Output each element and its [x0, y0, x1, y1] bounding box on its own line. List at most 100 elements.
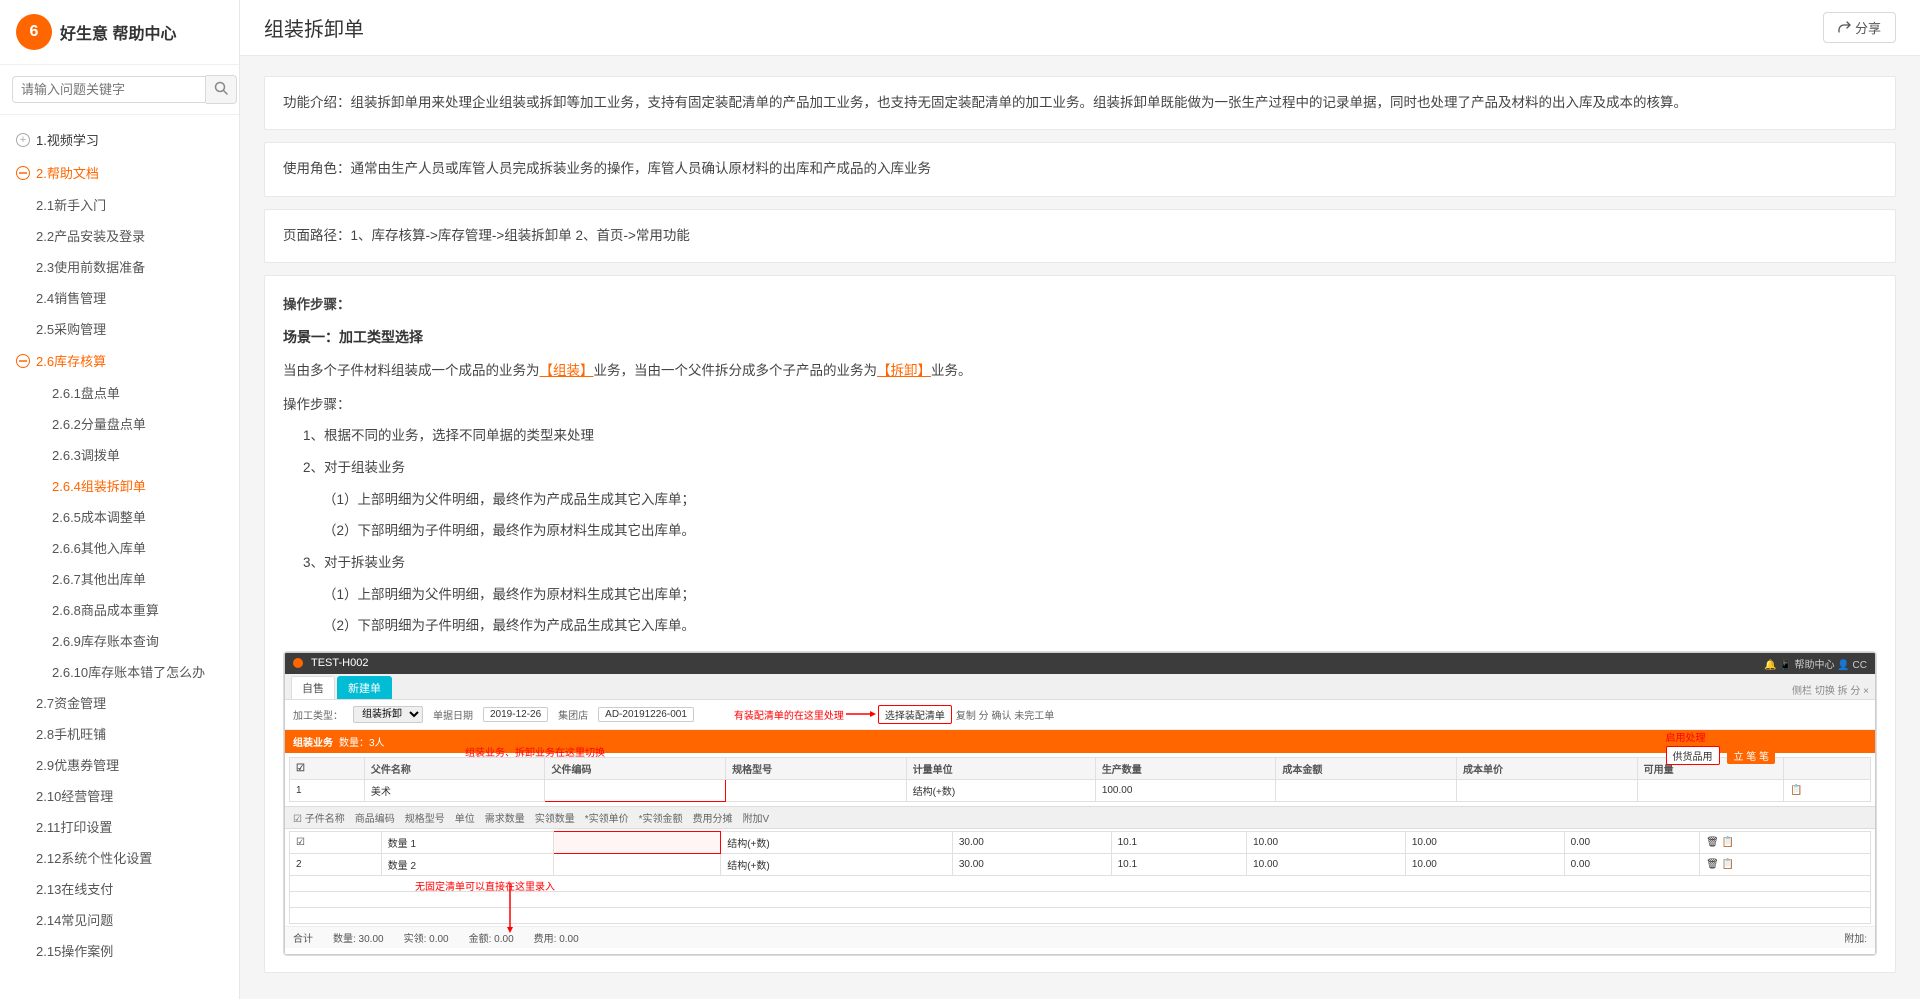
logo-area: 6 好生意 帮助中心 [0, 0, 239, 65]
sidebar-item-2-10[interactable]: 2.10经营管理 [0, 780, 239, 811]
sidebar-item-2-9[interactable]: 2.9优惠券管理 [0, 749, 239, 780]
mock-col-check: ☑ [290, 757, 365, 779]
mock-annotation-row: 无固定清单可以直接在这里录入 [285, 948, 1875, 954]
sidebar-item-2-6-6[interactable]: 2.6.6其他入库单 [0, 532, 239, 563]
sidebar-item-2-14[interactable]: 2.14常见问题 [0, 904, 239, 935]
sidebar: 6 好生意 帮助中心 + 1.视频学习 2.帮助文档 2.1新手入门 2.2产品… [0, 0, 240, 999]
mock-col-ops [1784, 757, 1871, 779]
sidebar-item-video[interactable]: + 1.视频学习 [0, 123, 239, 156]
sidebar-item-2-6[interactable]: 2.6库存核算 [0, 344, 239, 377]
mock-app-name: TEST-H002 [311, 657, 368, 669]
mock-col-qty: 生产数量 [1095, 757, 1276, 779]
mock-child-row-5 [290, 907, 1871, 923]
annotation-bom-text: 有装配清单的在这里处理 [734, 707, 844, 722]
mock-nav-icons: 侧栏 切换 拆 分 × [1792, 682, 1869, 699]
sidebar-item-2-6-8[interactable]: 2.6.8商品成本重算 [0, 594, 239, 625]
share-label: 分享 [1855, 18, 1881, 37]
top-bar: 组装拆卸单 分享 [240, 0, 1920, 56]
expand-icon: + [16, 133, 30, 147]
mock-col-cost-price: 成本单价 [1457, 757, 1638, 779]
mock-bom-btn[interactable]: 选择装配清单 [878, 705, 952, 724]
mock-child-row-1: ☑ 数量 1 结构(+数) 30.00 10.1 10.00 10.00 0. [290, 831, 1871, 853]
sidebar-item-2-2[interactable]: 2.2产品安装及登录 [0, 220, 239, 251]
search-input[interactable] [12, 76, 206, 103]
arrow-svg [846, 708, 876, 720]
sidebar-item-2-15[interactable]: 2.15操作案例 [0, 935, 239, 966]
sidebar-item-docs[interactable]: 2.帮助文档 [0, 156, 239, 189]
annotation-switch-label: 组装业务、拆卸业务在这里切换 [465, 744, 605, 759]
intro-block: 功能介绍：组装拆卸单用来处理企业组装或拆卸等加工业务，支持有固定装配清单的产品加… [264, 76, 1896, 130]
step3-1: （1）上部明细为父件明细，最终作为原材料生成其它出库单； [283, 582, 1877, 608]
sidebar-item-video-label: 1.视频学习 [36, 130, 99, 149]
sidebar-item-2-6-10[interactable]: 2.6.10库存账本错了怎么办 [0, 656, 239, 687]
sidebar-item-2-6-9[interactable]: 2.6.9库存账本查询 [0, 625, 239, 656]
annotation-bom-area: 有装配清单的在这里处理 选择装配清单 复制 分 确认 未完工单 [734, 705, 1054, 724]
sidebar-item-2-1[interactable]: 2.1新手入门 [0, 189, 239, 220]
sidebar-item-2-8[interactable]: 2.8手机旺铺 [0, 718, 239, 749]
sidebar-item-2-12[interactable]: 2.12系统个性化设置 [0, 842, 239, 873]
mock-type-btn[interactable]: 组装业务 [293, 734, 333, 749]
mock-enable-input[interactable]: 供货品用 [1666, 746, 1720, 765]
step3-2: （2）下部明细为子件明细，最终作为产成品生成其它入库单。 [283, 613, 1877, 639]
mock-icons: 🔔 📱 帮助中心 👤 CC [1764, 656, 1867, 671]
sidebar-item-2-6-7[interactable]: 2.6.7其他出库单 [0, 563, 239, 594]
scenario1-title: 场景一：加工类型选择 [283, 324, 1877, 351]
collapse-icon-2-6 [16, 354, 30, 368]
mock-col-spec: 规格型号 [726, 757, 907, 779]
step2-2: （2）下部明细为子件明细，最终作为原材料生成其它出库单。 [283, 518, 1877, 544]
mock-app-icon [293, 658, 303, 668]
search-button[interactable] [206, 75, 237, 104]
mock-titlebar: TEST-H002 🔔 📱 帮助中心 👤 CC [285, 653, 1875, 674]
sidebar-item-2-5[interactable]: 2.5采购管理 [0, 313, 239, 344]
nav-list: + 1.视频学习 2.帮助文档 2.1新手入门 2.2产品安装及登录 2.3使用… [0, 115, 239, 999]
content-area: 功能介绍：组装拆卸单用来处理企业组装或拆卸等加工业务，支持有固定装配清单的产品加… [240, 56, 1920, 999]
sidebar-item-2-6-2[interactable]: 2.6.2分量盘点单 [0, 408, 239, 439]
scenario1-intro: 当由多个子件材料组装成一个成品的业务为【组装】业务，当由一个父件拆分成多个子产品… [283, 358, 1877, 384]
share-button[interactable]: 分享 [1823, 12, 1896, 43]
search-area [0, 65, 239, 115]
mock-bottom-section-header: ☑ 子件名称 商品编码 规格型号 单位 需求数量 实领数量 *实领单价 *实领金… [285, 806, 1875, 829]
annotation-enable-label: 启用处理 [1666, 733, 1706, 744]
main-content: 组装拆卸单 分享 功能介绍：组装拆卸单用来处理企业组装或拆卸等加工业务，支持有固… [240, 0, 1920, 999]
sidebar-item-2-11[interactable]: 2.11打印设置 [0, 811, 239, 842]
mock-type-select[interactable]: 组装拆卸 [353, 706, 423, 723]
intro-text: 功能介绍：组装拆卸单用来处理企业组装或拆卸等加工业务，支持有固定装配清单的产品加… [283, 95, 1687, 110]
sidebar-item-2-6-1[interactable]: 2.6.1盘点单 [0, 377, 239, 408]
annotation-no-bom-label: 无固定清单可以直接在这里录入 [415, 878, 555, 893]
mock-order-id: AD-20191226-001 [598, 707, 694, 722]
mock-parent-row-1: 1 美术 结构(+数) 100.00 [290, 779, 1871, 801]
sidebar-item-2-3[interactable]: 2.3使用前数据准备 [0, 251, 239, 282]
annotation-no-bom-arrow [500, 883, 520, 933]
page-title: 组装拆卸单 [264, 13, 364, 42]
mock-child-row-2: 2 数量 2 结构(+数) 30.00 10.1 10.00 10.00 0. [290, 853, 1871, 875]
mock-date: 2019-12-26 [483, 707, 548, 722]
mock-tab-zishou[interactable]: 自售 [291, 676, 335, 699]
sidebar-item-2-6-5[interactable]: 2.6.5成本调整单 [0, 501, 239, 532]
mock-col-parent-code: 父件编码 [545, 757, 726, 779]
sidebar-item-2-4[interactable]: 2.4销售管理 [0, 282, 239, 313]
sidebar-item-2-6-4[interactable]: 2.6.4组装拆卸单 [0, 470, 239, 501]
sidebar-item-2-13[interactable]: 2.13在线支付 [0, 873, 239, 904]
sidebar-item-2-7[interactable]: 2.7资金管理 [0, 687, 239, 718]
steps-block: 操作步骤： 场景一：加工类型选择 当由多个子件材料组装成一个成品的业务为【组装】… [264, 275, 1896, 973]
screenshot-container: TEST-H002 🔔 📱 帮助中心 👤 CC 自售 新建单 侧栏 切换 拆 分… [283, 651, 1877, 956]
logo-icon: 6 [16, 14, 52, 50]
mock-confirm-btn[interactable]: 立 笔 笔 [1727, 747, 1775, 764]
mock-parent-table: ☑ 父件名称 父件编码 规格型号 计量单位 生产数量 成本金额 成本单价 可用量 [289, 757, 1871, 802]
annotation-enable-area: 启用处理 供货品用 立 笔 笔 [1666, 728, 1775, 765]
mock-col-cost-amount: 成本金额 [1276, 757, 1457, 779]
collapse-icon [16, 166, 30, 180]
steps-title: 操作步骤： [283, 292, 1877, 318]
step2-1: （1）上部明细为父件明细，最终作为产成品生成其它入库单； [283, 487, 1877, 513]
scenario1-steps-title: 操作步骤： [283, 392, 1877, 418]
mock-col-parent-name: 父件名称 [364, 757, 545, 779]
path-text: 页面路径：1、库存核算->库存管理->组装拆卸单 2、首页->常用功能 [283, 228, 690, 243]
path-block: 页面路径：1、库存核算->库存管理->组装拆卸单 2、首页->常用功能 [264, 209, 1896, 263]
mock-type-switch-row: 组装业务 数量：3人 组装业务、拆卸业务在这里切换 启用处理 供货品用 立 笔 … [285, 730, 1875, 753]
role-text: 使用角色：通常由生产人员或库管人员完成拆装业务的操作，库管人员确认原材料的出库和… [283, 161, 931, 176]
sidebar-item-2-6-3[interactable]: 2.6.3调拨单 [0, 439, 239, 470]
role-block: 使用角色：通常由生产人员或库管人员完成拆装业务的操作，库管人员确认原材料的出库和… [264, 142, 1896, 196]
mock-tab-new[interactable]: 新建单 [337, 676, 392, 699]
step3: 3、对于拆装业务 [283, 550, 1877, 576]
screenshot-inner: TEST-H002 🔔 📱 帮助中心 👤 CC 自售 新建单 侧栏 切换 拆 分… [284, 652, 1876, 955]
